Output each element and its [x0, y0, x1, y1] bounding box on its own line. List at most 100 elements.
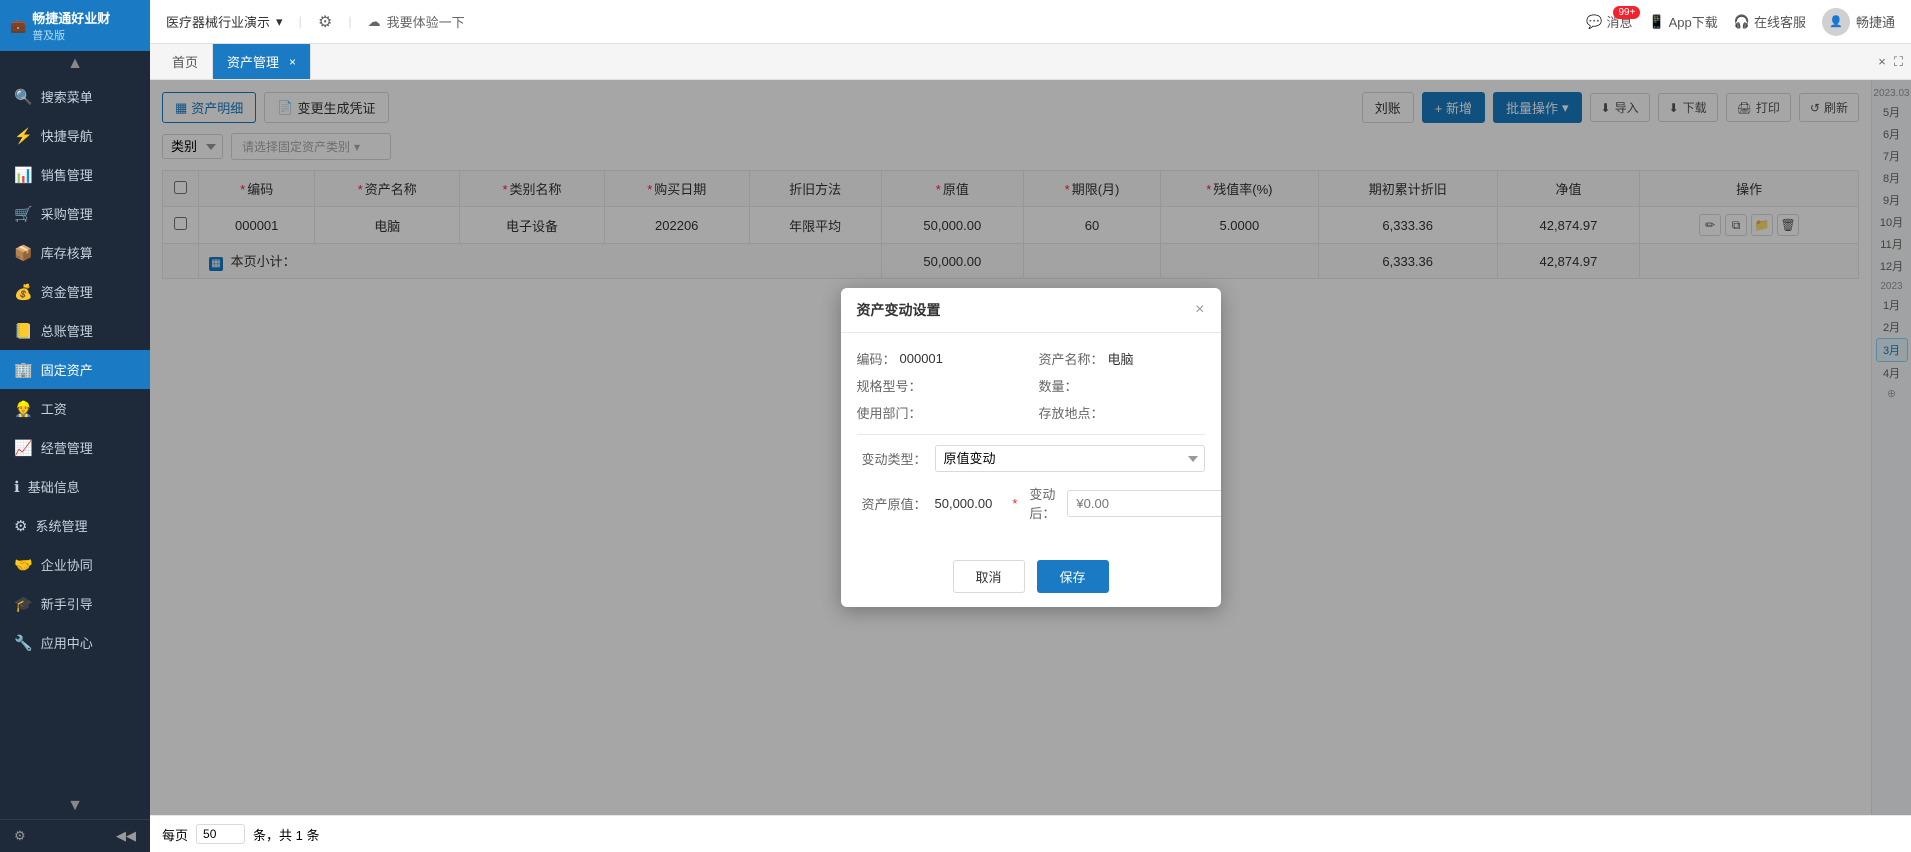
content-area: ▦ 资产明细 📄 变更生成凭证 刘账 + 新增 批量操作 ▾ [150, 80, 1911, 815]
sidebar-item-enterprise[interactable]: 🤝 企业协同 [0, 545, 150, 584]
sidebar-bottom-controls: ⚙ ◀◀ [0, 819, 150, 852]
sidebar-item-finance[interactable]: 💰 资金管理 [0, 272, 150, 311]
tab-asset-management[interactable]: 资产管理 × [213, 44, 311, 79]
modal-code-label: 编码： [857, 349, 896, 368]
avatar: 👤 [1822, 8, 1850, 36]
topbar-settings-icon[interactable]: ⚙ [318, 12, 332, 32]
after-change-input[interactable] [1067, 490, 1220, 517]
close-tab-icon[interactable]: × [1878, 54, 1886, 69]
experience-text: 我要体验一下 [387, 12, 465, 31]
sidebar-label-purchase: 采购管理 [41, 204, 93, 223]
settings-icon[interactable]: ⚙ [14, 828, 26, 844]
after-change-label: 变动后： [1029, 484, 1055, 522]
sidebar-item-guide[interactable]: 🎓 新手引导 [0, 584, 150, 623]
cancel-button[interactable]: 取消 [953, 560, 1025, 593]
sidebar-item-apps[interactable]: 🔧 应用中心 [0, 623, 150, 662]
purchase-icon: 🛒 [14, 205, 33, 223]
modal-dept-label: 使用部门： [857, 403, 922, 422]
sidebar-label-guide: 新手引导 [41, 594, 93, 613]
username: 畅捷通 [1856, 12, 1895, 31]
save-button[interactable]: 保存 [1037, 560, 1109, 593]
sidebar-label-finance: 资金管理 [41, 282, 93, 301]
modal-divider [857, 434, 1205, 435]
enterprise-icon: 🤝 [14, 556, 33, 574]
tab-home[interactable]: 首页 [158, 44, 213, 79]
expand-icon[interactable]: ⛶ [1894, 54, 1903, 70]
sidebar-label-quicknav: 快捷导航 [41, 126, 93, 145]
app-download-button[interactable]: 📱 App下载 [1648, 12, 1717, 31]
sidebar-item-operations[interactable]: 📈 经营管理 [0, 428, 150, 467]
modal-change-type-field: 变动类型： 原值变动 [857, 445, 1205, 472]
collapse-icon[interactable]: ◀◀ [116, 828, 136, 844]
modal-location-label: 存放地点： [1039, 403, 1104, 422]
finance-icon: 💰 [14, 283, 33, 301]
tab-close-icon[interactable]: × [289, 55, 296, 69]
sidebar-item-system[interactable]: ⚙ 系统管理 [0, 506, 150, 545]
modal-asset-value-label: 资产原值： [857, 494, 927, 513]
app-logo: 💼 畅捷通好业财 普及版 [0, 0, 150, 51]
sidebar-label-inventory: 库存核算 [41, 243, 93, 262]
required-star: * [1012, 496, 1017, 511]
asset-change-modal: 资产变动设置 × 编码： 000001 资产名称： 电脑 [841, 288, 1221, 607]
modal-spec-field: 规格型号： [857, 376, 1023, 395]
message-icon: 💬 [1586, 14, 1602, 30]
sidebar-item-search[interactable]: 🔍 搜索菜单 [0, 77, 150, 116]
sidebar-item-inventory[interactable]: 📦 库存核算 [0, 233, 150, 272]
main-area: 医疗器械行业演示 ▾ | ⚙ | ☁ 我要体验一下 💬 消息 99+ 📱 App… [150, 0, 1911, 852]
operations-icon: 📈 [14, 439, 33, 457]
sidebar-item-basic-info[interactable]: ℹ 基础信息 [0, 467, 150, 506]
modal-quantity-label: 数量： [1039, 376, 1078, 395]
sidebar-label-ledger: 总账管理 [41, 321, 93, 340]
topbar: 医疗器械行业演示 ▾ | ⚙ | ☁ 我要体验一下 💬 消息 99+ 📱 App… [150, 0, 1911, 44]
total-label: 条，共 1 条 [253, 825, 319, 844]
company-selector[interactable]: 医疗器械行业演示 ▾ [166, 12, 283, 31]
modal-location-field: 存放地点： [1039, 403, 1205, 422]
sidebar-scroll-up[interactable]: ▲ [0, 51, 150, 77]
sidebar-item-ledger[interactable]: 📒 总账管理 [0, 311, 150, 350]
payroll-icon: 👷 [14, 400, 33, 418]
customer-service-button[interactable]: 🎧 在线客服 [1734, 12, 1806, 31]
sidebar-nav: 🔍 搜索菜单 ⚡ 快捷导航 📊 销售管理 🛒 采购管理 📦 库存核算 💰 资金管… [0, 77, 150, 793]
user-profile[interactable]: 👤 畅捷通 [1822, 8, 1895, 36]
messages-button[interactable]: 💬 消息 99+ [1586, 12, 1632, 31]
sidebar-item-payroll[interactable]: 👷 工资 [0, 389, 150, 428]
modal-asset-value-field: 资产原值： 50,000.00 * 变动后： [857, 484, 1205, 522]
inventory-icon: 📦 [14, 244, 33, 262]
modal-overlay: 资产变动设置 × 编码： 000001 资产名称： 电脑 [150, 80, 1911, 815]
sidebar-item-fixed-assets[interactable]: 🏢 固定资产 [0, 350, 150, 389]
tabbar-controls: × ⛶ [1878, 44, 1911, 79]
system-icon: ⚙ [14, 517, 27, 535]
per-page-select[interactable]: 50 100 [196, 824, 245, 844]
modal-header: 资产变动设置 × [841, 288, 1221, 333]
company-name: 医疗器械行业演示 [166, 12, 270, 31]
modal-close-btn[interactable]: × [1195, 301, 1204, 319]
modal-change-type-label: 变动类型： [857, 449, 927, 468]
tab-asset-label: 资产管理 [227, 52, 279, 71]
app-download-label: App下载 [1669, 12, 1718, 31]
sidebar-item-sales[interactable]: 📊 销售管理 [0, 155, 150, 194]
sidebar-label-system: 系统管理 [35, 516, 87, 535]
sidebar-item-quicknav[interactable]: ⚡ 快捷导航 [0, 116, 150, 155]
modal-code-field: 编码： 000001 [857, 349, 1023, 368]
topbar-divider: | [299, 14, 302, 29]
modal-asset-name-field: 资产名称： 电脑 [1039, 349, 1205, 368]
app-edition: 普及版 [32, 27, 110, 43]
basic-info-icon: ℹ [14, 478, 20, 496]
company-dropdown-icon: ▾ [276, 14, 283, 30]
customer-service-label: 在线客服 [1754, 12, 1806, 31]
modal-title: 资产变动设置 [857, 300, 941, 320]
sidebar-label-basic-info: 基础信息 [28, 477, 80, 496]
experience-button[interactable]: ☁ 我要体验一下 [368, 12, 465, 31]
modal-quantity-field: 数量： [1039, 376, 1205, 395]
tabbar: 首页 资产管理 × × ⛶ [150, 44, 1911, 80]
modal-asset-value-display: 50,000.00 [935, 496, 993, 511]
search-icon: 🔍 [14, 88, 33, 106]
sidebar-label-enterprise: 企业协同 [41, 555, 93, 574]
tab-home-label: 首页 [172, 52, 198, 71]
quicknav-icon: ⚡ [14, 127, 33, 145]
sidebar-label-search: 搜索菜单 [41, 87, 93, 106]
change-type-select[interactable]: 原值变动 [935, 445, 1205, 472]
sidebar-item-purchase[interactable]: 🛒 采购管理 [0, 194, 150, 233]
download-icon: 📱 [1648, 14, 1664, 30]
sidebar-scroll-down[interactable]: ▼ [0, 793, 150, 819]
